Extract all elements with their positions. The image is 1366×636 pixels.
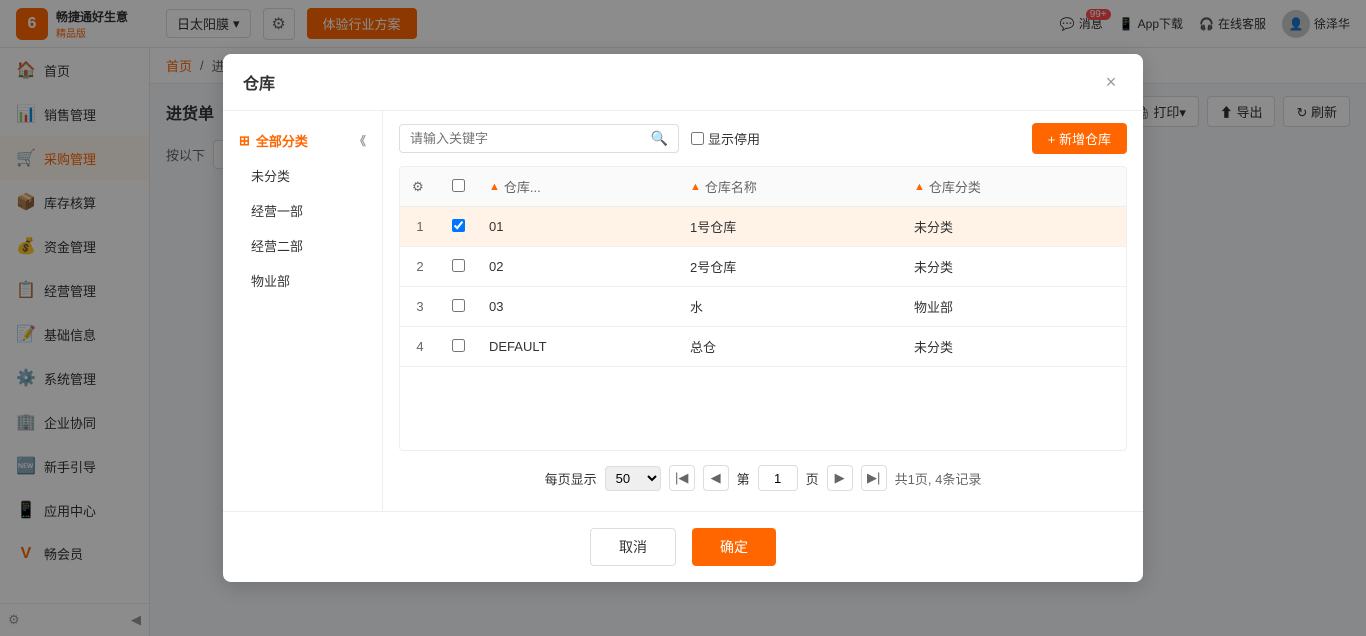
modal-body: ⊞ 全部分类 《 未分类 经营一部 经营二部 物业部 🔍 bbox=[223, 111, 1143, 511]
modal-title: 仓库 bbox=[243, 70, 275, 94]
table-row[interactable]: 2 02 2号仓库 未分类 bbox=[400, 247, 1126, 287]
table-header-row: ⚙ ▲ 仓库... bbox=[400, 167, 1126, 207]
warehouse-modal: 仓库 × ⊞ 全部分类 《 未分类 经营一部 经营二部 物业部 bbox=[223, 54, 1143, 582]
cancel-button[interactable]: 取消 bbox=[590, 528, 676, 566]
page-number-input[interactable] bbox=[758, 465, 798, 491]
next-page-button[interactable]: ▶ bbox=[827, 465, 853, 491]
row-checkbox[interactable] bbox=[452, 299, 465, 312]
row-num: 4 bbox=[400, 327, 440, 367]
per-page-select[interactable]: 50 10 20 100 bbox=[605, 466, 661, 491]
row-num: 1 bbox=[400, 207, 440, 247]
category-panel: ⊞ 全部分类 《 未分类 经营一部 经营二部 物业部 bbox=[223, 111, 383, 511]
search-box: 🔍 bbox=[399, 124, 679, 153]
all-categories[interactable]: ⊞ 全部分类 《 bbox=[223, 123, 382, 158]
first-page-button[interactable]: |◀ bbox=[669, 465, 695, 491]
sort-icon: ▲ bbox=[489, 181, 500, 193]
row-checkbox[interactable] bbox=[452, 219, 465, 232]
settings-col-icon: ⚙ bbox=[412, 179, 424, 194]
row-num: 3 bbox=[400, 287, 440, 327]
row-name: 水 bbox=[678, 287, 902, 327]
row-checkbox-cell bbox=[440, 287, 477, 327]
modal-close-button[interactable]: × bbox=[1099, 70, 1123, 94]
modal-overlay: 仓库 × ⊞ 全部分类 《 未分类 经营一部 经营二部 物业部 bbox=[0, 0, 1366, 636]
search-button[interactable]: 🔍 bbox=[641, 130, 678, 147]
sort-icon: ▲ bbox=[690, 181, 701, 193]
prev-page-button[interactable]: ◀ bbox=[703, 465, 729, 491]
row-code: DEFAULT bbox=[477, 327, 678, 367]
row-name: 2号仓库 bbox=[678, 247, 902, 287]
show-disabled-label[interactable]: 显示停用 bbox=[691, 129, 760, 148]
row-code: 03 bbox=[477, 287, 678, 327]
row-category: 未分类 bbox=[902, 327, 1126, 367]
row-name: 总仓 bbox=[678, 327, 902, 367]
table-row[interactable]: 3 03 水 物业部 bbox=[400, 287, 1126, 327]
th-code: ▲ 仓库... bbox=[477, 167, 678, 207]
row-code: 01 bbox=[477, 207, 678, 247]
row-checkbox-cell bbox=[440, 247, 477, 287]
row-category: 物业部 bbox=[902, 287, 1126, 327]
th-settings: ⚙ bbox=[400, 167, 440, 207]
th-name: ▲ 仓库名称 bbox=[678, 167, 902, 207]
category-item[interactable]: 经营一部 bbox=[223, 193, 382, 228]
row-checkbox[interactable] bbox=[452, 259, 465, 272]
row-checkbox-cell bbox=[440, 207, 477, 247]
pagination: 每页显示 50 10 20 100 |◀ ◀ 第 页 ▶ ▶| 共1页, 4条记… bbox=[399, 451, 1127, 499]
confirm-button[interactable]: 确定 bbox=[692, 528, 776, 566]
row-num: 2 bbox=[400, 247, 440, 287]
category-item[interactable]: 未分类 bbox=[223, 158, 382, 193]
search-input[interactable] bbox=[400, 125, 641, 152]
add-warehouse-button[interactable]: + 新增仓库 bbox=[1032, 123, 1127, 154]
category-item[interactable]: 经营二部 bbox=[223, 228, 382, 263]
all-categories-label: 全部分类 bbox=[256, 131, 308, 150]
last-page-button[interactable]: ▶| bbox=[861, 465, 887, 491]
th-checkbox bbox=[440, 167, 477, 207]
show-disabled-checkbox[interactable] bbox=[691, 132, 704, 145]
row-checkbox-cell bbox=[440, 327, 477, 367]
select-all-checkbox[interactable] bbox=[452, 179, 465, 192]
modal-footer: 取消 确定 bbox=[223, 511, 1143, 582]
sort-icon: ▲ bbox=[914, 181, 925, 193]
warehouse-table: ⚙ ▲ 仓库... bbox=[399, 166, 1127, 451]
modal-header: 仓库 × bbox=[223, 54, 1143, 111]
th-category: ▲ 仓库分类 bbox=[902, 167, 1126, 207]
table-row[interactable]: 1 01 1号仓库 未分类 bbox=[400, 207, 1126, 247]
warehouse-panel: 🔍 显示停用 + 新增仓库 ⚙ bbox=[383, 111, 1143, 511]
total-info: 共1页, 4条记录 bbox=[895, 469, 982, 488]
row-name: 1号仓库 bbox=[678, 207, 902, 247]
table-row[interactable]: 4 DEFAULT 总仓 未分类 bbox=[400, 327, 1126, 367]
row-code: 02 bbox=[477, 247, 678, 287]
row-category: 未分类 bbox=[902, 247, 1126, 287]
row-checkbox[interactable] bbox=[452, 339, 465, 352]
collapse-panel-icon[interactable]: 《 bbox=[354, 132, 366, 149]
row-category: 未分类 bbox=[902, 207, 1126, 247]
grid-icon: ⊞ bbox=[239, 133, 250, 149]
warehouse-toolbar: 🔍 显示停用 + 新增仓库 bbox=[399, 123, 1127, 154]
category-item[interactable]: 物业部 bbox=[223, 263, 382, 298]
